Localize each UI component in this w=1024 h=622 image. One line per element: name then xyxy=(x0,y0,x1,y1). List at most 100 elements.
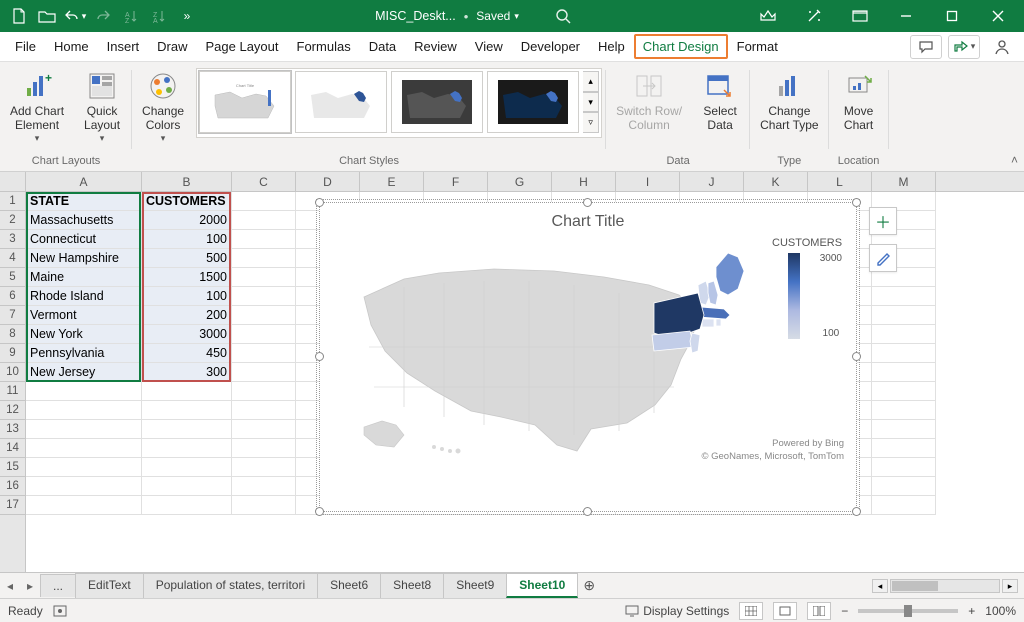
cell[interactable] xyxy=(872,477,936,496)
magic-icon[interactable] xyxy=(792,0,836,32)
cell[interactable] xyxy=(142,458,232,477)
view-page-layout-button[interactable] xyxy=(773,602,797,620)
sort-desc-icon[interactable]: ZA xyxy=(146,3,172,29)
cell[interactable]: 450 xyxy=(142,344,232,363)
cell[interactable]: 1500 xyxy=(142,268,232,287)
column-header[interactable]: D xyxy=(296,172,360,191)
row-header[interactable]: 5 xyxy=(0,268,25,287)
cell[interactable]: 500 xyxy=(142,249,232,268)
sheet-tab[interactable]: Sheet9 xyxy=(443,573,507,598)
cell[interactable]: Maine xyxy=(26,268,142,287)
cell[interactable] xyxy=(232,420,296,439)
cell[interactable]: 200 xyxy=(142,306,232,325)
tab-view[interactable]: View xyxy=(466,34,512,59)
cell[interactable] xyxy=(142,477,232,496)
column-header[interactable]: B xyxy=(142,172,232,191)
resize-handle-n[interactable] xyxy=(583,198,592,207)
tab-insert[interactable]: Insert xyxy=(98,34,149,59)
tab-file[interactable]: File xyxy=(6,34,45,59)
chart-elements-button[interactable]: ＋ xyxy=(869,207,897,235)
chart-object[interactable]: Chart Title CUSTOMERS 3000 100 xyxy=(319,202,857,512)
tab-developer[interactable]: Developer xyxy=(512,34,589,59)
cell[interactable] xyxy=(232,306,296,325)
sheet-tab[interactable]: EditText xyxy=(75,573,144,598)
cell[interactable] xyxy=(872,344,936,363)
column-header[interactable]: I xyxy=(616,172,680,191)
cell[interactable]: 300 xyxy=(142,363,232,382)
sheet-tab[interactable]: Sheet6 xyxy=(317,573,381,598)
row-header[interactable]: 14 xyxy=(0,439,25,458)
chart-style-2[interactable] xyxy=(295,71,387,133)
account-icon[interactable] xyxy=(986,35,1018,59)
cell[interactable]: 100 xyxy=(142,230,232,249)
display-settings-button[interactable]: Display Settings xyxy=(625,604,729,618)
sort-asc-icon[interactable]: AZ xyxy=(118,3,144,29)
quick-layout-button[interactable]: Quick Layout▾ xyxy=(76,68,128,146)
cell[interactable] xyxy=(872,401,936,420)
cell[interactable] xyxy=(26,420,142,439)
row-header[interactable]: 11 xyxy=(0,382,25,401)
cell[interactable]: New Hampshire xyxy=(26,249,142,268)
redo-icon[interactable] xyxy=(90,3,116,29)
cell[interactable] xyxy=(26,382,142,401)
cell[interactable] xyxy=(872,306,936,325)
column-header[interactable]: H xyxy=(552,172,616,191)
column-header[interactable]: L xyxy=(808,172,872,191)
cell[interactable] xyxy=(142,382,232,401)
cell[interactable]: New Jersey xyxy=(26,363,142,382)
change-chart-type-button[interactable]: Change Chart Type xyxy=(754,68,824,135)
open-folder-icon[interactable] xyxy=(34,3,60,29)
sheet-tab[interactable]: Sheet8 xyxy=(380,573,444,598)
zoom-slider-thumb[interactable] xyxy=(904,605,912,617)
cell[interactable] xyxy=(232,287,296,306)
select-data-button[interactable]: Select Data xyxy=(694,68,746,135)
hscroll-right[interactable]: ▸ xyxy=(1002,579,1018,593)
cell[interactable]: CUSTOMERS xyxy=(142,192,232,211)
cell[interactable] xyxy=(872,363,936,382)
collapse-ribbon-icon[interactable]: ˄ xyxy=(1011,153,1018,167)
move-chart-button[interactable]: Move Chart xyxy=(833,68,885,135)
cell[interactable] xyxy=(872,420,936,439)
cell[interactable] xyxy=(872,458,936,477)
column-header[interactable]: M xyxy=(872,172,936,191)
row-header[interactable]: 12 xyxy=(0,401,25,420)
row-header[interactable]: 16 xyxy=(0,477,25,496)
cell[interactable]: 2000 xyxy=(142,211,232,230)
cell[interactable] xyxy=(142,420,232,439)
cell[interactable] xyxy=(232,192,296,211)
resize-handle-nw[interactable] xyxy=(315,198,324,207)
close-button[interactable] xyxy=(976,0,1020,32)
cell[interactable] xyxy=(142,496,232,515)
cell[interactable]: Vermont xyxy=(26,306,142,325)
tab-page-layout[interactable]: Page Layout xyxy=(197,34,288,59)
cell[interactable] xyxy=(142,401,232,420)
save-state[interactable]: Saved▾ xyxy=(476,9,519,23)
row-header[interactable]: 9 xyxy=(0,344,25,363)
cell[interactable]: New York xyxy=(26,325,142,344)
gallery-scroll-up[interactable]: ▴ xyxy=(583,71,599,92)
row-header[interactable]: 4 xyxy=(0,249,25,268)
tab-help[interactable]: Help xyxy=(589,34,634,59)
change-colors-button[interactable]: Change Colors▾ xyxy=(136,68,190,146)
cell[interactable] xyxy=(232,230,296,249)
cell[interactable] xyxy=(26,496,142,515)
cell[interactable] xyxy=(26,439,142,458)
cell[interactable] xyxy=(232,249,296,268)
chart-styles-button[interactable] xyxy=(869,244,897,272)
chart-style-3[interactable] xyxy=(391,71,483,133)
column-header[interactable]: G xyxy=(488,172,552,191)
row-header[interactable]: 17 xyxy=(0,496,25,515)
cell[interactable] xyxy=(872,496,936,515)
select-all-triangle[interactable] xyxy=(0,172,26,191)
resize-handle-se[interactable] xyxy=(852,507,861,516)
cell[interactable] xyxy=(26,477,142,496)
cell[interactable] xyxy=(232,496,296,515)
tab-data[interactable]: Data xyxy=(360,34,405,59)
column-header[interactable]: C xyxy=(232,172,296,191)
sheet-tab[interactable]: Sheet10 xyxy=(506,573,578,598)
macro-record-icon[interactable] xyxy=(53,604,69,618)
qat-overflow-icon[interactable]: » xyxy=(174,3,200,29)
gallery-more[interactable]: ▿ xyxy=(583,112,599,133)
gallery-scroll-down[interactable]: ▾ xyxy=(583,92,599,113)
resize-handle-ne[interactable] xyxy=(852,198,861,207)
